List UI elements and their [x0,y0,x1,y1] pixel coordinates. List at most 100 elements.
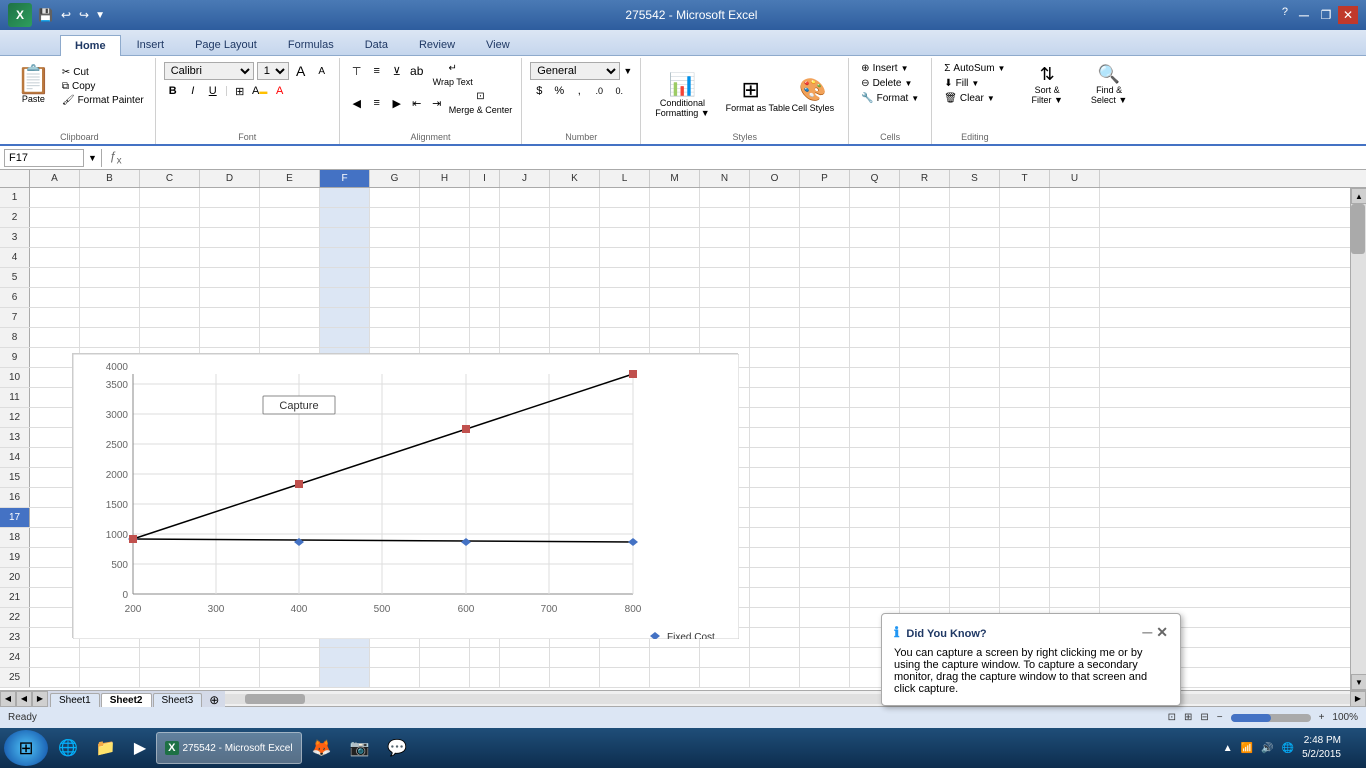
cell-H24[interactable] [420,648,470,667]
cell-B8[interactable] [80,328,140,347]
cell-O14[interactable] [750,448,800,467]
cell-L3[interactable] [600,228,650,247]
row-number-10[interactable]: 10 [0,368,30,387]
tab-nav-left[interactable]: ◀ [16,691,32,707]
hscroll-thumb[interactable] [245,694,305,704]
wrap-text-btn[interactable]: ↵ Wrap Text [428,62,478,88]
cell-T14[interactable] [1000,448,1050,467]
cell-A24[interactable] [30,648,80,667]
cell-H8[interactable] [420,328,470,347]
cell-F1[interactable] [320,188,370,207]
cell-P1[interactable] [800,188,850,207]
cell-B3[interactable] [80,228,140,247]
scroll-up-btn[interactable]: ▲ [1351,188,1366,204]
cell-A25[interactable] [30,668,80,687]
minimize-btn[interactable]: ─ [1294,6,1314,24]
tab-home[interactable]: Home [60,35,121,56]
chart-area[interactable]: 0 500 1000 1500 2000 2500 3000 3500 4000… [72,353,738,638]
cell-O12[interactable] [750,408,800,427]
cell-Q19[interactable] [850,548,900,567]
cell-B24[interactable] [80,648,140,667]
cell-I5[interactable] [470,268,500,287]
cell-S20[interactable] [950,568,1000,587]
cell-T3[interactable] [1000,228,1050,247]
cell-T9[interactable] [1000,348,1050,367]
cell-E1[interactable] [260,188,320,207]
cell-Q20[interactable] [850,568,900,587]
autosum-btn[interactable]: Σ AutoSum ▼ [940,62,1009,75]
cell-P7[interactable] [800,308,850,327]
cell-O2[interactable] [750,208,800,227]
restore-btn[interactable]: ❐ [1316,6,1336,24]
cell-C5[interactable] [140,268,200,287]
cell-P19[interactable] [800,548,850,567]
align-top-left-btn[interactable]: ⊤ [348,62,366,80]
cell-Q13[interactable] [850,428,900,447]
merge-center-btn[interactable]: ⊡ Merge & Center [448,90,514,116]
cell-Q8[interactable] [850,328,900,347]
align-top-right-btn[interactable]: ⊻ [388,62,406,80]
borders-btn[interactable]: ⊞ [231,82,249,100]
cell-T1[interactable] [1000,188,1050,207]
cell-J1[interactable] [500,188,550,207]
cell-M25[interactable] [650,668,700,687]
cell-T13[interactable] [1000,428,1050,447]
row-number-17[interactable]: 17 [0,508,30,527]
cell-B5[interactable] [80,268,140,287]
hscroll-track[interactable] [225,694,1350,704]
undo-quick-btn[interactable]: ↩ [59,8,73,22]
cell-R4[interactable] [900,248,950,267]
row-number-15[interactable]: 15 [0,468,30,487]
cell-K7[interactable] [550,308,600,327]
cell-O11[interactable] [750,388,800,407]
cell-P3[interactable] [800,228,850,247]
col-header-p[interactable]: P [800,170,850,187]
bold-btn[interactable]: B [164,82,182,100]
cell-R5[interactable] [900,268,950,287]
cell-P23[interactable] [800,628,850,647]
cell-G2[interactable] [370,208,420,227]
zoom-out-btn[interactable]: − [1217,712,1223,723]
cell-M3[interactable] [650,228,700,247]
number-format-select[interactable]: General [530,62,620,80]
tray-show-btn[interactable]: ▲ [1223,743,1233,754]
cell-J3[interactable] [500,228,550,247]
cell-M24[interactable] [650,648,700,667]
cell-U5[interactable] [1050,268,1100,287]
col-header-f[interactable]: F [320,170,370,187]
start-button[interactable]: ⊞ [4,730,48,766]
taskbar-ie-btn[interactable]: 🌐 [50,732,86,764]
cell-E5[interactable] [260,268,320,287]
cell-R6[interactable] [900,288,950,307]
cell-P22[interactable] [800,608,850,627]
row-number-2[interactable]: 2 [0,208,30,227]
cell-L4[interactable] [600,248,650,267]
cell-L7[interactable] [600,308,650,327]
cell-R18[interactable] [900,528,950,547]
cell-M7[interactable] [650,308,700,327]
cell-U7[interactable] [1050,308,1100,327]
cell-P14[interactable] [800,448,850,467]
cell-M1[interactable] [650,188,700,207]
cell-R13[interactable] [900,428,950,447]
underline-btn[interactable]: U [204,82,222,100]
cell-T16[interactable] [1000,488,1050,507]
clear-btn[interactable]: 🗑 Clear ▼ [940,92,999,105]
cell-O3[interactable] [750,228,800,247]
cut-button[interactable]: ✂ Cut [59,66,147,79]
view-break-btn[interactable]: ⊟ [1200,712,1208,723]
decrease-decimal-btn[interactable]: 0. [610,82,628,100]
view-layout-btn[interactable]: ⊞ [1184,712,1192,723]
cell-P8[interactable] [800,328,850,347]
cell-D24[interactable] [200,648,260,667]
cell-L25[interactable] [600,668,650,687]
cell-O18[interactable] [750,528,800,547]
col-header-q[interactable]: Q [850,170,900,187]
cell-P5[interactable] [800,268,850,287]
cell-L8[interactable] [600,328,650,347]
cell-S19[interactable] [950,548,1000,567]
cell-S6[interactable] [950,288,1000,307]
cell-P21[interactable] [800,588,850,607]
cell-Q18[interactable] [850,528,900,547]
row-number-14[interactable]: 14 [0,448,30,467]
